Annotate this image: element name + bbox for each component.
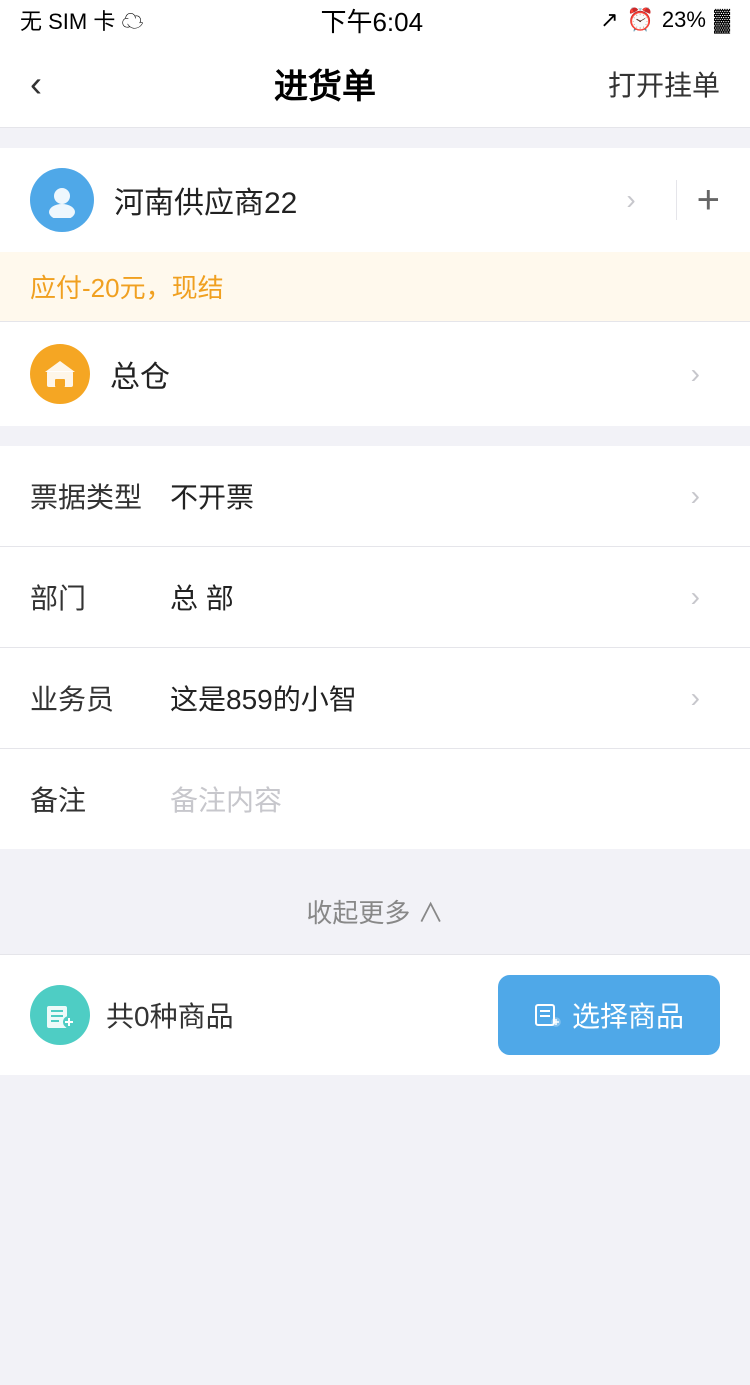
- remark-placeholder: 备注内容: [150, 779, 720, 819]
- product-count-text: 共0种商品: [106, 995, 234, 1035]
- supplier-chevron-icon: ›: [626, 184, 635, 216]
- back-button[interactable]: ‹: [30, 63, 42, 105]
- signal-text: 无 SIM 卡 ☁: [20, 4, 143, 36]
- sales-rep-chevron-icon: ›: [691, 682, 700, 714]
- department-label: 部门: [30, 577, 150, 617]
- add-supplier-button[interactable]: +: [697, 178, 720, 223]
- select-product-button[interactable]: 选择商品: [498, 975, 720, 1055]
- supplier-card: 河南供应商22 › + 应付-20元，现结: [0, 148, 750, 321]
- collapse-button[interactable]: 收起更多 ∧: [0, 869, 750, 954]
- remark-label: 备注: [30, 779, 150, 819]
- warehouse-name: 总仓: [110, 352, 691, 396]
- location-icon: ↗: [600, 7, 618, 33]
- alarm-icon: ⏰: [627, 7, 654, 33]
- supplier-avatar: [30, 168, 94, 232]
- department-value: 总 部: [150, 577, 691, 617]
- empty-area: [0, 1075, 750, 1385]
- page-title: 进货单: [274, 59, 376, 108]
- sales-rep-row[interactable]: 业务员 这是859的小智 ›: [0, 648, 750, 749]
- invoice-type-chevron-icon: ›: [691, 480, 700, 512]
- warehouse-icon: [30, 344, 90, 404]
- status-time: 下午6:04: [320, 2, 423, 39]
- status-left: 无 SIM 卡 ☁: [20, 4, 143, 36]
- select-product-label: 选择商品: [572, 995, 684, 1035]
- sales-rep-value: 这是859的小智: [150, 678, 691, 718]
- notice-bar: 应付-20元，现结: [0, 252, 750, 321]
- bottom-bar: 共0种商品 选择商品: [0, 954, 750, 1075]
- department-chevron-icon: ›: [691, 581, 700, 613]
- invoice-type-label: 票据类型: [30, 476, 150, 516]
- product-count-icon: [30, 985, 90, 1045]
- invoice-type-row[interactable]: 票据类型 不开票 ›: [0, 446, 750, 547]
- warehouse-chevron-icon: ›: [691, 358, 700, 390]
- supplier-name: 河南供应商22: [114, 178, 626, 222]
- status-bar: 无 SIM 卡 ☁ 下午6:04 ↗ ⏰ 23% ▓: [0, 0, 750, 40]
- battery-icon: ▓: [714, 7, 730, 33]
- remark-row[interactable]: 备注 备注内容: [0, 749, 750, 849]
- warehouse-row[interactable]: 总仓 ›: [0, 321, 750, 426]
- nav-bar: ‹ 进货单 打开挂单: [0, 40, 750, 128]
- supplier-divider: [676, 180, 677, 220]
- supplier-row[interactable]: 河南供应商22 › +: [0, 148, 750, 252]
- status-right: ↗ ⏰ 23% ▓: [600, 7, 730, 33]
- product-count-section: 共0种商品: [30, 985, 234, 1045]
- form-section: 票据类型 不开票 › 部门 总 部 › 业务员 这是859的小智 › 备注 备注…: [0, 446, 750, 849]
- sales-rep-label: 业务员: [30, 678, 150, 718]
- open-pending-button[interactable]: 打开挂单: [608, 64, 720, 104]
- battery-text: 23%: [662, 7, 706, 33]
- department-row[interactable]: 部门 总 部 ›: [0, 547, 750, 648]
- section-gap-1: [0, 128, 750, 148]
- invoice-type-value: 不开票: [150, 476, 691, 516]
